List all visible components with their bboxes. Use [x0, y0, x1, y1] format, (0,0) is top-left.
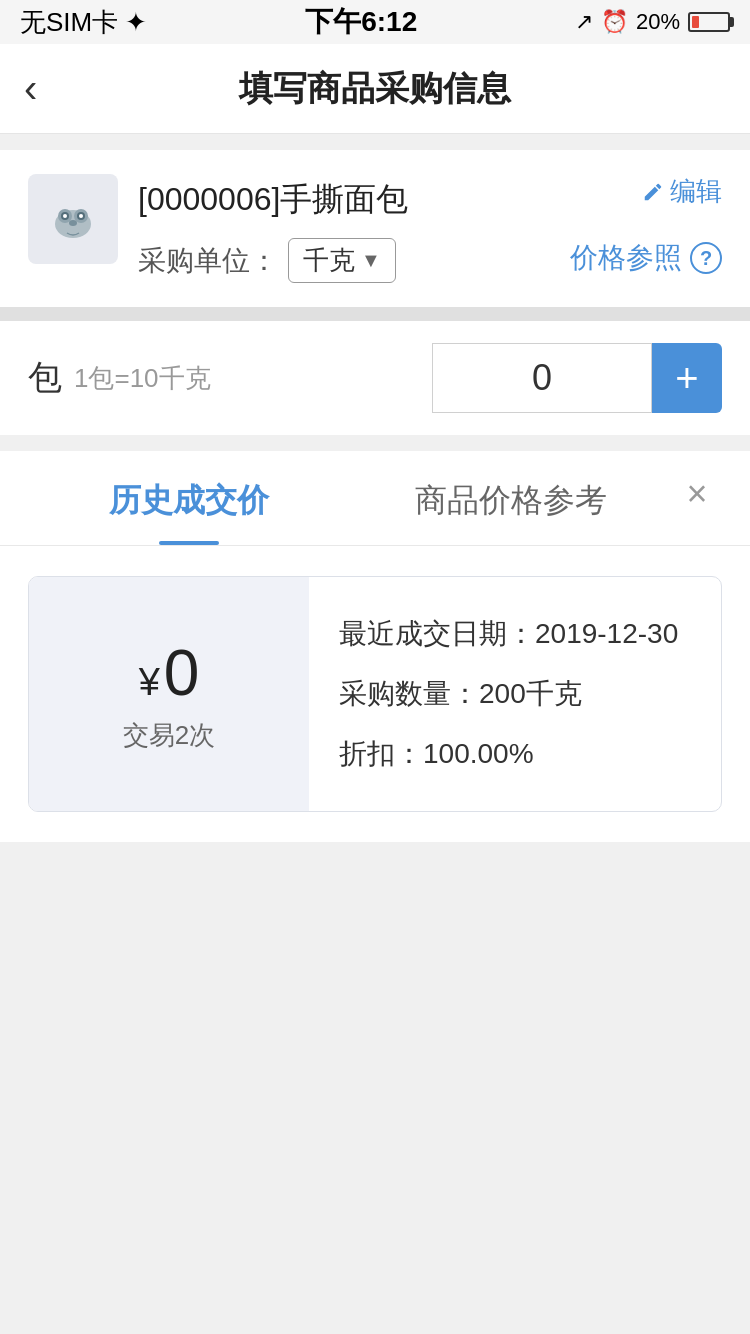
battery-text: 20% — [636, 9, 680, 35]
product-name: [0000006]手撕面包 — [138, 178, 408, 222]
svg-point-5 — [63, 214, 67, 218]
history-price-content: ¥ 0 交易2次 最近成交日期：2019-12-30 采购数量：200千克 折扣… — [0, 546, 750, 842]
edit-button[interactable]: 编辑 — [642, 174, 722, 209]
product-card: [0000006]手撕面包 采购单位： 千克 ▼ 编辑 价格参照 — [0, 150, 750, 307]
discount-label: 折扣： — [339, 738, 423, 769]
quantity-row: 包 1包=10千克 0 + — [0, 321, 750, 435]
location-icon: ↗ — [575, 9, 593, 35]
product-logo-icon — [43, 189, 103, 249]
quantity-unit-info: 包 1包=10千克 — [28, 355, 211, 401]
section-divider — [0, 307, 750, 321]
quantity-value: 0 — [532, 357, 552, 399]
plus-icon: + — [675, 358, 698, 398]
product-info: [0000006]手撕面包 采购单位： 千克 ▼ — [138, 174, 408, 283]
status-right-icons: ↗ ⏰ 20% — [575, 9, 730, 35]
price-ref-label: 价格参照 — [570, 239, 682, 277]
back-button[interactable]: ‹ — [24, 66, 37, 111]
carrier-text: 无SIM卡 ✦ — [20, 5, 147, 40]
unit-dropdown-arrow: ▼ — [361, 249, 381, 272]
status-carrier: 无SIM卡 ✦ — [20, 5, 147, 40]
page-background — [0, 842, 750, 1334]
page-title: 填写商品采购信息 — [239, 66, 511, 112]
qty-row: 采购数量：200千克 — [339, 673, 691, 715]
quantity-control: 0 + — [432, 343, 722, 413]
date-label: 最近成交日期： — [339, 618, 535, 649]
price-card-right: 最近成交日期：2019-12-30 采购数量：200千克 折扣：100.00% — [309, 577, 721, 811]
discount-value: 100.00% — [423, 738, 534, 769]
quantity-input[interactable]: 0 — [432, 343, 652, 413]
price-value: 0 — [164, 636, 200, 710]
battery-icon — [688, 12, 730, 32]
unit-row: 采购单位： 千克 ▼ — [138, 238, 408, 283]
trade-count: 交易2次 — [123, 718, 215, 753]
price-ref-button[interactable]: 价格参照 ? — [570, 239, 722, 277]
qty-label: 采购数量： — [339, 678, 479, 709]
tab-history-price[interactable]: 历史成交价 — [28, 451, 350, 545]
unit-label: 采购单位： — [138, 242, 278, 280]
quantity-unit-label: 包 — [28, 355, 62, 401]
price-ref-info-icon: ? — [690, 242, 722, 274]
svg-point-7 — [69, 220, 77, 226]
discount-row: 折扣：100.00% — [339, 733, 691, 775]
qty-value: 200千克 — [479, 678, 582, 709]
svg-point-6 — [79, 214, 83, 218]
quantity-unit-conversion: 1包=10千克 — [74, 361, 211, 396]
price-card-left: ¥ 0 交易2次 — [29, 577, 309, 811]
nav-bar: ‹ 填写商品采购信息 — [0, 44, 750, 134]
alarm-icon: ⏰ — [601, 9, 628, 35]
product-header: [0000006]手撕面包 采购单位： 千克 ▼ 编辑 价格参照 — [28, 174, 722, 283]
product-left: [0000006]手撕面包 采购单位： 千克 ▼ — [28, 174, 408, 283]
currency-symbol: ¥ — [139, 661, 160, 704]
product-right: 编辑 价格参照 ? — [570, 174, 722, 277]
status-time: 下午6:12 — [305, 3, 417, 41]
unit-selector[interactable]: 千克 ▼ — [288, 238, 396, 283]
edit-icon — [642, 181, 664, 203]
tabs-header: 历史成交价 商品价格参考 × — [0, 451, 750, 546]
unit-value: 千克 — [303, 243, 355, 278]
price-card: ¥ 0 交易2次 最近成交日期：2019-12-30 采购数量：200千克 折扣… — [28, 576, 722, 812]
status-bar: 无SIM卡 ✦ 下午6:12 ↗ ⏰ 20% — [0, 0, 750, 44]
date-value: 2019-12-30 — [535, 618, 678, 649]
quantity-plus-button[interactable]: + — [652, 343, 722, 413]
tabs-close-button[interactable]: × — [672, 473, 722, 523]
product-thumbnail — [28, 174, 118, 264]
price-amount: ¥ 0 — [139, 636, 200, 710]
tabs-area: 历史成交价 商品价格参考 × ¥ 0 交易2次 最近成交日期：2019-12-3… — [0, 451, 750, 842]
tab-price-reference[interactable]: 商品价格参考 — [350, 451, 672, 545]
date-row: 最近成交日期：2019-12-30 — [339, 613, 691, 655]
